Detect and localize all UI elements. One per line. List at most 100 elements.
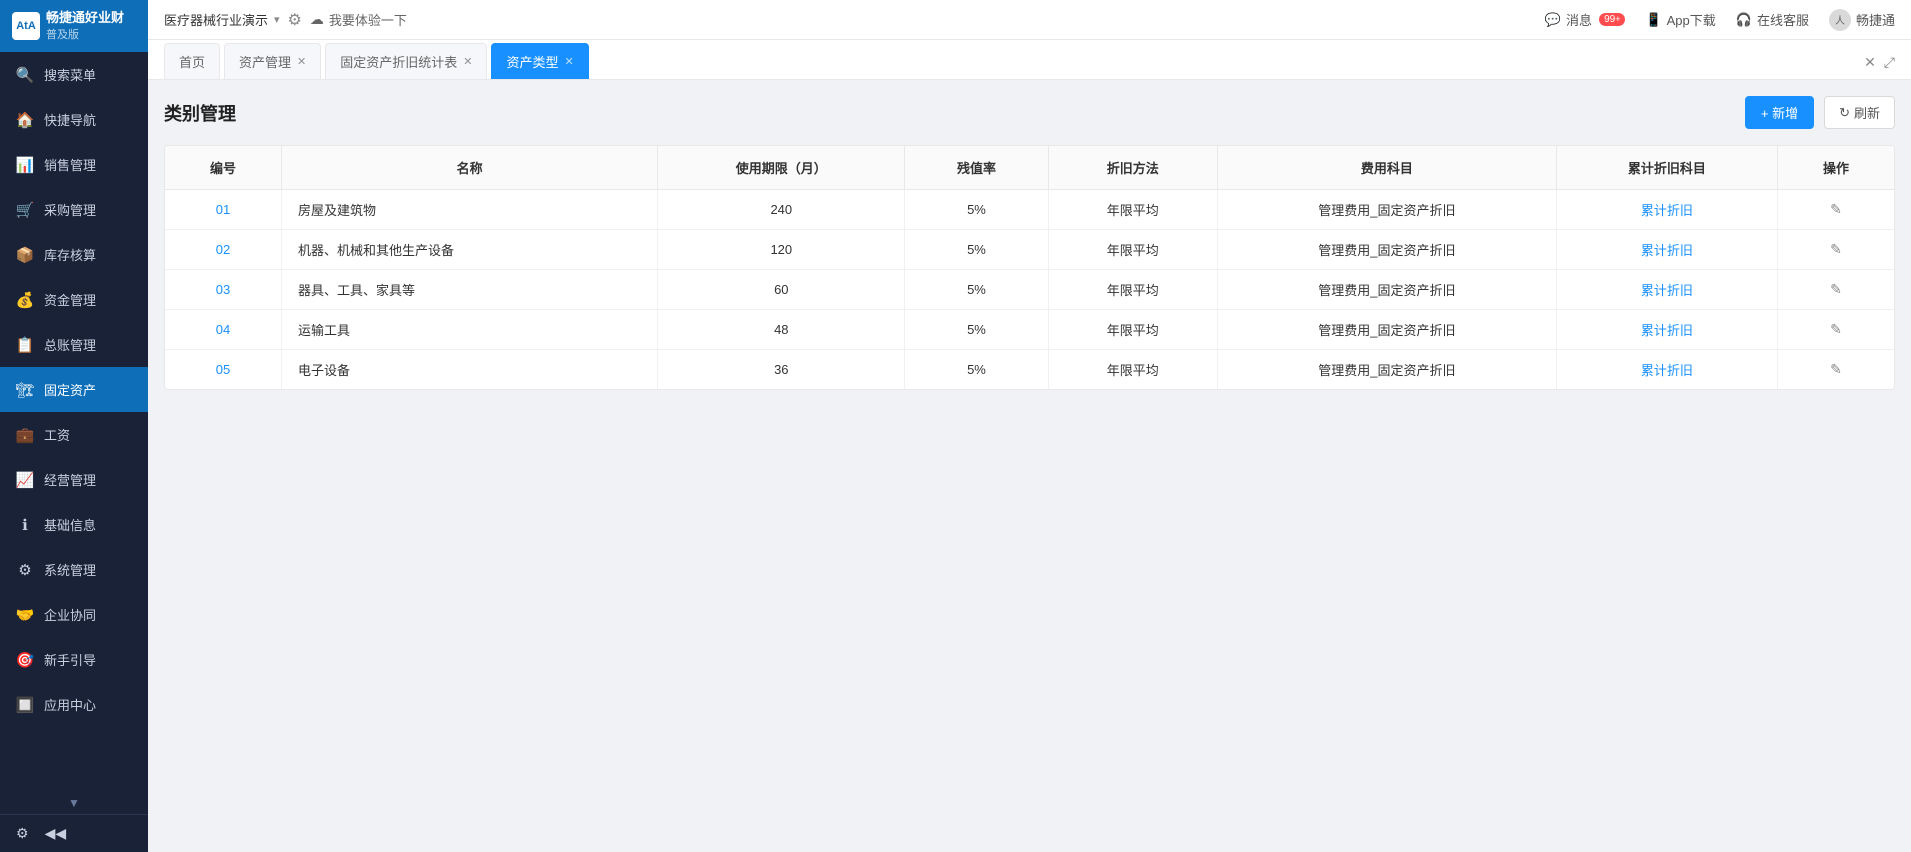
header-actions: + 新增 ↻ 刷新	[1745, 96, 1895, 129]
row-id-link[interactable]: 03	[216, 282, 230, 297]
sidebar-item-collab[interactable]: 🤝 企业协同	[0, 592, 148, 637]
guide-icon: 🎯	[16, 651, 34, 669]
cloud-icon: ☁	[310, 11, 324, 28]
cell-expense: 管理费用_固定资产折旧	[1217, 230, 1556, 270]
sidebar-item-payroll[interactable]: 💼 工资	[0, 412, 148, 457]
sidebar-item-fixed-assets[interactable]: 🏗 固定资产	[0, 367, 148, 412]
sidebar-item-app-center[interactable]: 🔲 应用中心	[0, 682, 148, 727]
app-logo: AtA	[12, 12, 40, 40]
sidebar-item-capital[interactable]: 💰 资金管理	[0, 277, 148, 322]
sales-icon: 📊	[16, 156, 34, 174]
row-id-link[interactable]: 02	[216, 242, 230, 257]
sidebar-label-search: 搜索菜单	[44, 65, 96, 84]
tab-asset-type[interactable]: 资产类型 ✕	[491, 43, 588, 79]
settings-icon[interactable]: ⚙	[16, 825, 29, 842]
accumulated-link[interactable]: 累计折旧	[1641, 323, 1693, 338]
tab-home[interactable]: 首页	[164, 43, 220, 79]
sidebar-item-sales[interactable]: 📊 销售管理	[0, 142, 148, 187]
sidebar-label-app-center: 应用中心	[44, 695, 96, 714]
tab-depreciation-close[interactable]: ✕	[463, 55, 472, 68]
table-row: 03 器具、工具、家具等 60 5% 年限平均 管理费用_固定资产折旧 累计折旧…	[165, 270, 1894, 310]
collapse-menu-icon[interactable]: ◀◀	[45, 825, 67, 842]
cell-action: ✎	[1777, 350, 1894, 390]
cell-id: 05	[165, 350, 282, 390]
cell-action: ✎	[1777, 270, 1894, 310]
cell-name: 电子设备	[282, 350, 658, 390]
topbar-right: 💬 消息 99+ 📱 App下载 🎧 在线客服 人 畅捷通	[1545, 9, 1895, 31]
app-download-label: App下载	[1667, 10, 1716, 29]
col-name: 名称	[282, 146, 658, 190]
accumulated-link[interactable]: 累计折旧	[1641, 203, 1693, 218]
sidebar-item-guide[interactable]: 🎯 新手引导	[0, 637, 148, 682]
cell-id: 04	[165, 310, 282, 350]
expand-tab-icon[interactable]: ⤢	[1884, 54, 1895, 71]
col-method: 折旧方法	[1048, 146, 1217, 190]
refresh-icon: ↻	[1839, 105, 1850, 121]
sidebar-label-basic-info: 基础信息	[44, 515, 96, 534]
sidebar-item-system[interactable]: ⚙ 系统管理	[0, 547, 148, 592]
support-action[interactable]: 🎧 在线客服	[1736, 10, 1809, 29]
collab-icon: 🤝	[16, 606, 34, 624]
row-id-link[interactable]: 05	[216, 362, 230, 377]
quick-nav-icon: 🏠	[16, 111, 34, 129]
tab-depreciation-table[interactable]: 固定资产折旧统计表 ✕	[325, 43, 487, 79]
scroll-down-icon[interactable]: ▼	[68, 796, 80, 810]
tab-asset-type-close[interactable]: ✕	[565, 55, 574, 68]
tab-asset-management-label: 资产管理	[239, 52, 291, 71]
accumulated-link[interactable]: 累计折旧	[1641, 243, 1693, 258]
cell-method: 年限平均	[1048, 190, 1217, 230]
col-residual: 残值率	[905, 146, 1048, 190]
edit-button[interactable]: ✎	[1830, 241, 1842, 257]
sidebar-item-inventory[interactable]: 📦 库存核算	[0, 232, 148, 277]
tab-asset-management-close[interactable]: ✕	[297, 55, 306, 68]
message-badge: 99+	[1599, 13, 1625, 26]
cell-months: 36	[658, 350, 905, 390]
cell-id: 02	[165, 230, 282, 270]
cell-accumulated: 累计折旧	[1556, 350, 1777, 390]
basic-info-icon: ℹ	[16, 516, 34, 534]
accumulated-link[interactable]: 累计折旧	[1641, 363, 1693, 378]
accumulated-link[interactable]: 累计折旧	[1641, 283, 1693, 298]
cell-residual: 5%	[905, 270, 1048, 310]
sidebar-item-basic-info[interactable]: ℹ 基础信息	[0, 502, 148, 547]
tab-asset-management[interactable]: 资产管理 ✕	[224, 43, 321, 79]
app-version: 普及版	[46, 26, 124, 42]
sidebar-item-purchase[interactable]: 🛒 采购管理	[0, 187, 148, 232]
sidebar-item-operations[interactable]: 📈 经营管理	[0, 457, 148, 502]
cell-months: 240	[658, 190, 905, 230]
system-icon: ⚙	[16, 561, 34, 579]
edit-button[interactable]: ✎	[1830, 321, 1842, 337]
close-tab-icon[interactable]: ✕	[1864, 54, 1876, 71]
table-row: 01 房屋及建筑物 240 5% 年限平均 管理费用_固定资产折旧 累计折旧 ✎	[165, 190, 1894, 230]
row-id-link[interactable]: 04	[216, 322, 230, 337]
page-title: 类别管理	[164, 100, 236, 126]
cell-action: ✎	[1777, 190, 1894, 230]
user-menu[interactable]: 人 畅捷通	[1829, 9, 1895, 31]
sidebar-label-operations: 经营管理	[44, 470, 96, 489]
scroll-down-indicator[interactable]: ▼	[0, 792, 148, 814]
app-download-action[interactable]: 📱 App下载	[1645, 10, 1715, 29]
messages-action[interactable]: 💬 消息 99+	[1545, 10, 1626, 29]
row-id-link[interactable]: 01	[216, 202, 230, 217]
avatar: 人	[1829, 9, 1851, 31]
refresh-button[interactable]: ↻ 刷新	[1824, 96, 1895, 129]
company-selector[interactable]: 医疗器械行业演示 ▾	[164, 10, 280, 29]
edit-button[interactable]: ✎	[1830, 201, 1842, 217]
sidebar-label-fixed-assets: 固定资产	[44, 380, 96, 399]
sidebar-item-ledger[interactable]: 📋 总账管理	[0, 322, 148, 367]
new-button[interactable]: + 新增	[1745, 96, 1814, 129]
experience-button[interactable]: ☁ 我要体验一下	[310, 10, 407, 29]
operations-icon: 📈	[16, 471, 34, 489]
sidebar-label-quick-nav: 快捷导航	[44, 110, 96, 129]
topbar-settings-icon[interactable]: ⚙	[288, 10, 302, 30]
edit-button[interactable]: ✎	[1830, 361, 1842, 377]
cell-residual: 5%	[905, 190, 1048, 230]
fixed-assets-icon: 🏗	[16, 381, 34, 399]
edit-button[interactable]: ✎	[1830, 281, 1842, 297]
cell-method: 年限平均	[1048, 230, 1217, 270]
sidebar-item-search[interactable]: 🔍 搜索菜单	[0, 52, 148, 97]
page-header: 类别管理 + 新增 ↻ 刷新	[164, 96, 1895, 129]
sidebar-label-system: 系统管理	[44, 560, 96, 579]
sidebar-item-quick-nav[interactable]: 🏠 快捷导航	[0, 97, 148, 142]
cell-accumulated: 累计折旧	[1556, 270, 1777, 310]
